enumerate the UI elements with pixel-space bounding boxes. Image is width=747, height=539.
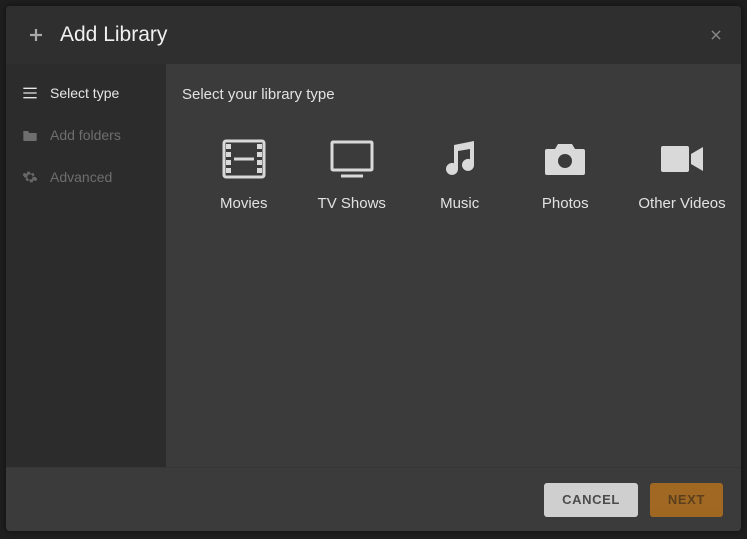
sidebar-item-add-folders[interactable]: Add folders	[6, 114, 166, 156]
type-label: Photos	[542, 195, 589, 212]
sidebar: Select type Add folders Advanced	[6, 64, 166, 467]
cancel-button[interactable]: CANCEL	[544, 483, 638, 517]
sidebar-item-advanced[interactable]: Advanced	[6, 156, 166, 198]
plus-icon	[26, 25, 46, 45]
tv-icon	[328, 137, 376, 181]
type-other-videos[interactable]: Other Videos	[639, 137, 725, 212]
content-heading: Select your library type	[182, 86, 725, 103]
next-button[interactable]: NEXT	[650, 483, 723, 517]
type-tv-shows[interactable]: TV Shows	[318, 137, 386, 212]
dialog-footer: CANCEL NEXT	[6, 467, 741, 531]
video-icon	[658, 137, 706, 181]
add-library-dialog: Add Library Select type Add folders	[6, 6, 741, 531]
film-icon	[220, 137, 268, 181]
list-icon	[22, 85, 38, 101]
music-icon	[436, 137, 484, 181]
folder-icon	[22, 127, 38, 143]
type-label: Other Videos	[638, 195, 725, 212]
camera-icon	[541, 137, 589, 181]
content: Select your library type Movies	[166, 64, 741, 467]
sidebar-item-label: Add folders	[50, 127, 121, 143]
type-movies[interactable]: Movies	[212, 137, 276, 212]
type-music[interactable]: Music	[428, 137, 492, 212]
gear-icon	[22, 169, 38, 185]
sidebar-item-label: Select type	[50, 85, 119, 101]
sidebar-item-select-type[interactable]: Select type	[6, 72, 166, 114]
type-photos[interactable]: Photos	[533, 137, 597, 212]
sidebar-item-label: Advanced	[50, 169, 112, 185]
type-label: Music	[440, 195, 479, 212]
library-types-row: Movies TV Shows	[182, 137, 725, 212]
type-label: Movies	[220, 195, 268, 212]
dialog-title: Add Library	[60, 23, 167, 47]
dialog-body: Select type Add folders Advanced Select …	[6, 64, 741, 467]
close-icon[interactable]	[707, 26, 725, 44]
dialog-header: Add Library	[6, 6, 741, 64]
type-label: TV Shows	[318, 195, 386, 212]
